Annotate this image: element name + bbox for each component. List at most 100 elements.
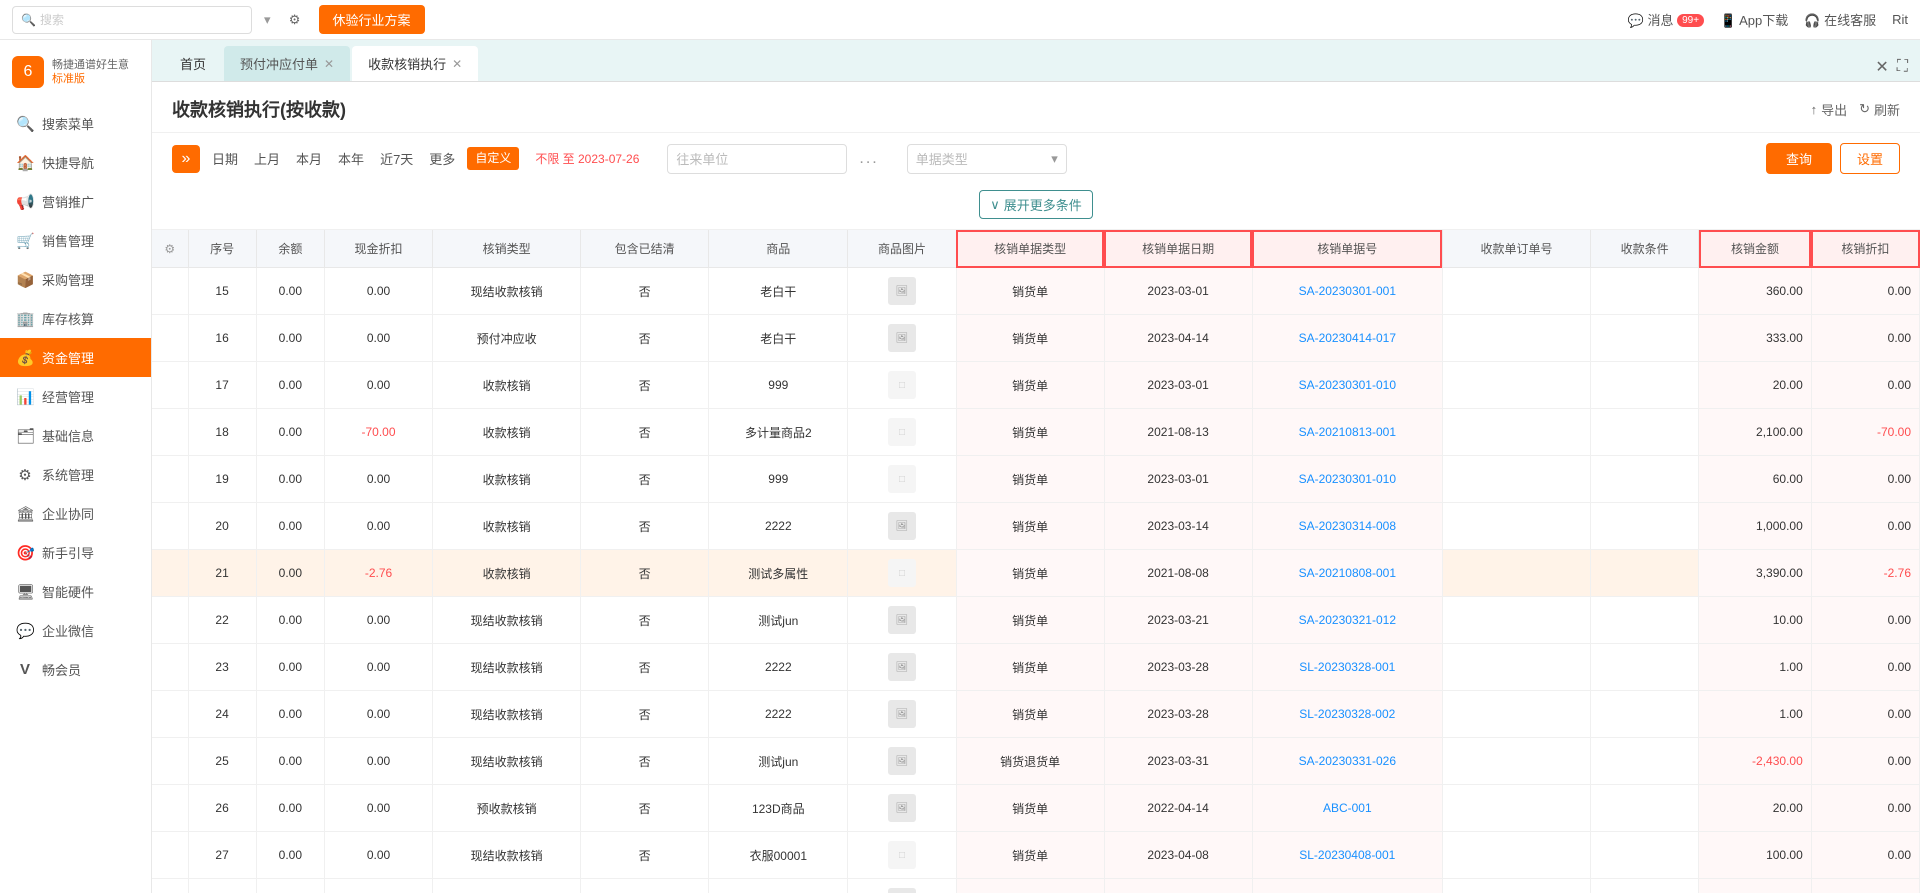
cell-cancel-no[interactable]: SL-20230418-001 [1252,879,1442,893]
industry-solution-button[interactable]: 休验行业方案 [319,5,425,34]
settings-icon[interactable]: ⚙ [283,8,307,32]
cancel-no-link[interactable]: SL-20230328-002 [1299,707,1395,721]
cell-balance: 0.00 [256,644,324,691]
date-custom-button[interactable]: 自定义 [467,147,519,170]
sidebar-item-operation[interactable]: 📊 经营管理 [0,377,151,416]
sidebar-item-quick[interactable]: 🏠 快捷导航 [0,143,151,182]
sidebar-item-wechat[interactable]: 💬 企业微信 [0,611,151,650]
cell-cancel-date: 2021-08-13 [1104,409,1252,456]
cell-cancel-no[interactable]: SA-20210808-001 [1252,550,1442,597]
table-container: ⚙ 序号 余额 现金折扣 核销类型 包含已结清 商品 商品图片 核销单据类型 核… [152,230,1920,893]
cancel-no-link[interactable]: SA-20230314-008 [1299,519,1396,533]
expand-btn-label: 展开更多条件 [1004,195,1082,214]
date-this-month[interactable]: 本月 [292,147,326,170]
cancel-no-link[interactable]: SA-20230414-017 [1299,331,1396,345]
table-row: 15 0.00 0.00 现结收款核销 否 老白干 🖼 销货单 2023-03-… [152,268,1920,315]
doc-type-select[interactable]: 单据类型 ▾ [907,144,1067,174]
tab-expand-icon[interactable]: ⛶ [1897,58,1908,76]
online-service-link[interactable]: 🎧 在线客服 [1804,10,1876,29]
app-download-link[interactable]: 📱 App下载 [1720,10,1788,29]
tab-receipt-close[interactable]: ✕ [452,57,462,71]
cell-cancel-no[interactable]: SL-20230328-001 [1252,644,1442,691]
export-button[interactable]: ↑ 导出 [1811,100,1848,119]
system-icon: ⚙ [16,466,34,484]
cell-cancel-no[interactable]: SA-20230321-012 [1252,597,1442,644]
sidebar-item-sales[interactable]: 🛒 销售管理 [0,221,151,260]
cell-cancel-doc-type: 销货单 [956,879,1104,893]
cell-cancel-no[interactable]: SL-20230328-002 [1252,691,1442,738]
table-settings-icon[interactable]: ⚙ [164,242,175,256]
table-body: 15 0.00 0.00 现结收款核销 否 老白干 🖼 销货单 2023-03-… [152,268,1920,893]
sidebar-item-hardware[interactable]: 🖥 智能硬件 [0,572,151,611]
cancel-no-link[interactable]: SA-20210808-001 [1299,566,1396,580]
date-last-month[interactable]: 上月 [250,147,284,170]
cancel-no-link[interactable]: SA-20230331-026 [1299,754,1396,768]
sidebar-item-finance[interactable]: 💰 资金管理 [0,338,151,377]
cancel-no-link[interactable]: SA-20230301-010 [1299,472,1396,486]
tab-prepay[interactable]: 预付冲应付单 ✕ [224,46,350,81]
cancel-no-link[interactable]: SL-20230328-001 [1299,660,1395,674]
cancel-no-link[interactable]: SA-20210813-001 [1299,425,1396,439]
cancel-no-link[interactable]: ABC-001 [1323,801,1372,815]
sidebar-item-system[interactable]: ⚙ 系统管理 [0,455,151,494]
cell-cancel-type: 预收款核销 [433,785,581,832]
top-search-box[interactable]: 🔍 搜索 [12,6,252,34]
cell-cancel-no[interactable]: SA-20230301-010 [1252,456,1442,503]
cell-cancel-no[interactable]: SA-20210813-001 [1252,409,1442,456]
dropdown-icon[interactable]: ▾ [264,12,271,28]
partner-more-icon[interactable]: ... [859,150,878,168]
sidebar-item-marketing[interactable]: 📢 营销推广 [0,182,151,221]
expand-more-button[interactable]: ∨ 展开更多条件 [979,190,1093,219]
sidebar-item-purchase[interactable]: 📦 采购管理 [0,260,151,299]
cell-cancel-no[interactable]: ABC-001 [1252,785,1442,832]
tab-receipt[interactable]: 收款核销执行 ✕ [352,46,478,81]
cell-cancel-no[interactable]: SA-20230301-010 [1252,362,1442,409]
tab-prepay-close[interactable]: ✕ [324,57,334,71]
date-7-days[interactable]: 近7天 [376,147,417,170]
setting-button[interactable]: 设置 [1840,143,1900,174]
user-label[interactable]: Rit [1892,12,1908,27]
cell-settled: 否 [581,268,709,315]
col-settings[interactable]: ⚙ [152,230,188,268]
cell-cancel-no[interactable]: SA-20230301-001 [1252,268,1442,315]
sidebar-item-collab[interactable]: 🏛 企业协同 [0,494,151,533]
tab-close-all-icon[interactable]: ✕ [1875,57,1888,77]
cell-cancel-no[interactable]: SA-20230314-008 [1252,503,1442,550]
cell-cancel-doc-type: 销货单 [956,409,1104,456]
cancel-no-link[interactable]: SL-20230408-001 [1299,848,1395,862]
sidebar-item-basic[interactable]: 🗂 基础信息 [0,416,151,455]
date-this-year[interactable]: 本年 [334,147,368,170]
cell-cancel-date: 2023-03-21 [1104,597,1252,644]
cancel-no-link[interactable]: SA-20230301-010 [1299,378,1396,392]
cell-receipt-cond [1591,268,1699,315]
cell-gear [152,362,188,409]
cell-cancel-no[interactable]: SA-20230414-017 [1252,315,1442,362]
page-header-actions: ↑ 导出 ↻ 刷新 [1811,100,1900,119]
cell-cancel-amount: 60.00 [1699,456,1812,503]
sidebar-item-guide[interactable]: 🎯 新手引导 [0,533,151,572]
sidebar-item-search[interactable]: 🔍 搜索菜单 [0,104,151,143]
cancel-no-link[interactable]: SA-20230321-012 [1299,613,1396,627]
cell-gear [152,409,188,456]
filter-toggle-button[interactable]: » [172,145,200,173]
sidebar-item-label: 企业协同 [42,504,94,523]
doc-type-placeholder: 单据类型 [916,149,968,168]
tab-home[interactable]: 首页 [164,46,222,81]
date-more[interactable]: 更多 [425,147,459,170]
table-row: 24 0.00 0.00 现结收款核销 否 2222 🖼 销货单 2023-03… [152,691,1920,738]
cell-cancel-no[interactable]: SL-20230408-001 [1252,832,1442,879]
cell-gear [152,597,188,644]
cell-cancel-no[interactable]: SA-20230331-026 [1252,738,1442,785]
cell-receipt-order [1442,691,1590,738]
logo-text: 畅捷通谱好生意 标准版 [52,58,129,87]
partner-input[interactable]: 往来单位 [667,144,847,174]
cancel-no-link[interactable]: SA-20230301-001 [1299,284,1396,298]
sidebar-item-label: 系统管理 [42,465,94,484]
sidebar-item-member[interactable]: V 畅会员 [0,650,151,689]
message-icon[interactable]: 💬 消息 99+ [1628,10,1704,29]
query-button[interactable]: 查询 [1766,143,1832,174]
cell-settled: 否 [581,691,709,738]
refresh-button[interactable]: ↻ 刷新 [1859,100,1900,119]
cell-cash-discount: 0.00 [324,503,432,550]
sidebar-item-inventory[interactable]: 🏢 库存核算 [0,299,151,338]
